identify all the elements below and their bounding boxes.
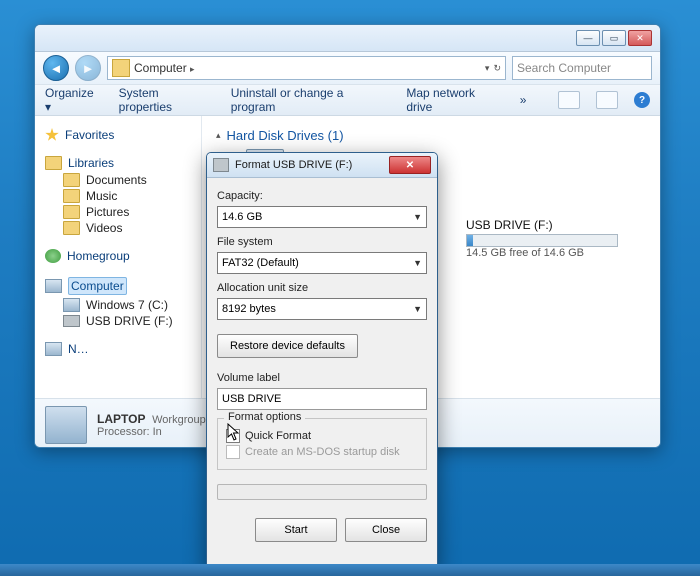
dialog-title-bar[interactable]: Format USB DRIVE (F:) ✕ — [207, 153, 437, 178]
overflow-button[interactable]: » — [520, 93, 527, 107]
search-placeholder: Search Computer — [517, 61, 611, 75]
dialog-actions: Start Close — [207, 512, 437, 552]
computer-large-icon — [45, 406, 87, 444]
capacity-label: Capacity: — [217, 190, 427, 202]
hdd-section[interactable]: ▴ Hard Disk Drives (1) — [216, 128, 646, 143]
computer-icon — [45, 279, 62, 293]
allocation-label: Allocation unit size — [217, 282, 427, 294]
filesystem-label: File system — [217, 236, 427, 248]
address-row: ◄ ► Computer ▸ ▾ ↻ Search Computer — [35, 52, 660, 85]
address-bar[interactable]: Computer ▸ ▾ ↻ — [107, 56, 506, 80]
organize-menu[interactable]: Organize ▾ — [45, 86, 103, 114]
volume-label-value: USB DRIVE — [222, 393, 281, 405]
msdos-startup-checkbox: Create an MS-DOS startup disk — [226, 445, 418, 459]
usb-drive-name: USB DRIVE (F:) — [466, 218, 618, 232]
collapse-icon: ▴ — [216, 130, 221, 141]
allocation-value: 8192 bytes — [222, 303, 276, 315]
library-videos[interactable]: Videos — [63, 221, 197, 235]
address-text: Computer ▸ — [134, 61, 481, 75]
homegroup-header[interactable]: Homegroup — [45, 249, 197, 263]
library-documents[interactable]: Documents — [63, 173, 197, 187]
command-bar: Organize ▾ System properties Uninstall o… — [35, 85, 660, 116]
restore-defaults-button[interactable]: Restore device defaults — [217, 334, 358, 358]
system-properties-button[interactable]: System properties — [119, 86, 215, 114]
back-button[interactable]: ◄ — [43, 55, 69, 81]
capacity-value: 14.6 GB — [222, 211, 262, 223]
libraries-icon — [45, 156, 62, 170]
network-header[interactable]: N… — [45, 342, 197, 356]
usb-icon — [213, 158, 229, 172]
help-icon[interactable]: ? — [634, 92, 650, 108]
minimize-button[interactable]: — — [576, 30, 600, 46]
taskbar[interactable] — [0, 564, 700, 576]
homegroup-icon — [45, 249, 61, 263]
nav-drive-usb[interactable]: USB DRIVE (F:) — [63, 314, 197, 328]
checkbox-icon — [226, 445, 240, 459]
star-icon — [45, 128, 59, 142]
quick-format-checkbox[interactable]: Quick Format — [226, 429, 418, 443]
close-button[interactable]: ✕ — [628, 30, 652, 46]
favorites-header[interactable]: Favorites — [45, 128, 197, 142]
volume-label-input[interactable]: USB DRIVE — [217, 388, 427, 410]
chevron-down-icon: ▼ — [413, 212, 422, 222]
filesystem-select[interactable]: FAT32 (Default) ▼ — [217, 252, 427, 274]
navigation-pane: Favorites Libraries Documents Music Pict… — [35, 116, 202, 398]
library-pictures[interactable]: Pictures — [63, 205, 197, 219]
folder-icon — [63, 205, 80, 219]
dialog-title: Format USB DRIVE (F:) — [235, 159, 383, 171]
library-music[interactable]: Music — [63, 189, 197, 203]
capacity-select[interactable]: 14.6 GB ▼ — [217, 206, 427, 228]
details-name: LAPTOP Workgroup: W — [97, 412, 222, 426]
maximize-button[interactable]: ▭ — [602, 30, 626, 46]
forward-button[interactable]: ► — [75, 55, 101, 81]
format-dialog: Format USB DRIVE (F:) ✕ Capacity: 14.6 G… — [206, 152, 438, 570]
folder-icon — [63, 189, 80, 203]
dialog-body: Capacity: 14.6 GB ▼ File system FAT32 (D… — [207, 178, 437, 512]
network-icon — [45, 342, 62, 356]
chevron-down-icon: ▼ — [413, 258, 422, 268]
preview-pane-button[interactable] — [596, 91, 618, 109]
usb-icon — [63, 315, 80, 327]
checkbox-icon — [226, 429, 240, 443]
close-dialog-button[interactable]: Close — [345, 518, 427, 542]
allocation-select[interactable]: 8192 bytes ▼ — [217, 298, 427, 320]
map-network-drive-button[interactable]: Map network drive — [406, 86, 503, 114]
filesystem-value: FAT32 (Default) — [222, 257, 299, 269]
volume-label-label: Volume label — [217, 372, 427, 384]
computer-icon — [112, 59, 130, 77]
format-options-group: Format options Quick Format Create an MS… — [217, 418, 427, 470]
drive-icon — [63, 298, 80, 312]
address-dropdown-icon[interactable]: ▾ — [485, 63, 490, 74]
nav-drive-c[interactable]: Windows 7 (C:) — [63, 298, 197, 312]
title-bar: — ▭ ✕ — [35, 25, 660, 52]
folder-icon — [63, 221, 80, 235]
chevron-down-icon: ▼ — [413, 304, 422, 314]
folder-icon — [63, 173, 80, 187]
search-input[interactable]: Search Computer — [512, 56, 652, 80]
usb-space-text: 14.5 GB free of 14.6 GB — [466, 247, 618, 259]
format-options-legend: Format options — [224, 411, 305, 423]
refresh-icon[interactable]: ↻ — [493, 63, 501, 74]
format-progress-bar — [217, 484, 427, 500]
uninstall-program-button[interactable]: Uninstall or change a program — [231, 86, 391, 114]
dialog-close-button[interactable]: ✕ — [389, 156, 431, 174]
drive-usb-tile[interactable]: USB DRIVE (F:) 14.5 GB free of 14.6 GB — [466, 218, 646, 259]
start-button[interactable]: Start — [255, 518, 337, 542]
libraries-header[interactable]: Libraries — [45, 156, 197, 170]
usb-space-bar — [466, 234, 618, 247]
details-processor: Processor: In — [97, 426, 222, 438]
view-options-button[interactable] — [558, 91, 580, 109]
computer-header[interactable]: Computer — [45, 277, 197, 295]
